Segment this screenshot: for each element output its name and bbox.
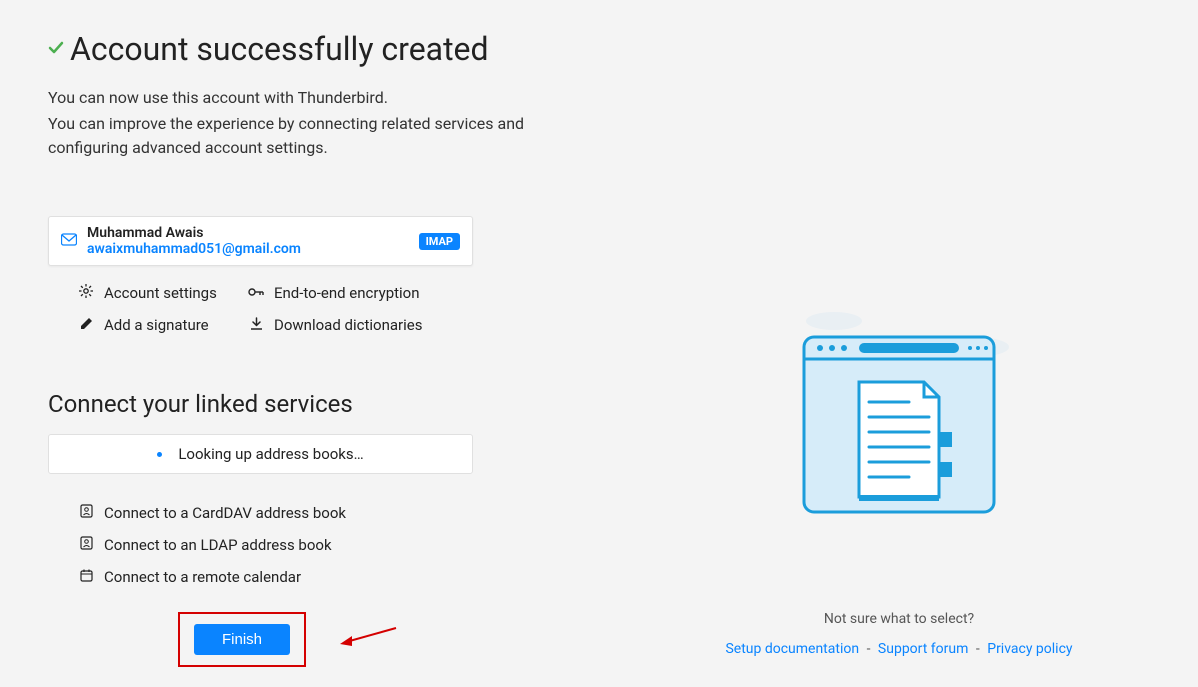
finish-button[interactable]: Finish [194, 624, 290, 655]
calendar-link[interactable]: Connect to a remote calendar [78, 568, 608, 586]
carddav-label: Connect to a CardDAV address book [104, 504, 346, 522]
account-name: Muhammad Awais [87, 225, 301, 241]
illustration-icon [774, 297, 1024, 531]
pencil-icon [78, 317, 94, 334]
encryption-label: End-to-end encryption [274, 284, 420, 302]
addressbook-icon [78, 504, 94, 522]
checkmark-icon [48, 37, 64, 61]
mail-icon [61, 232, 77, 251]
gear-icon [78, 284, 94, 302]
signature-label: Add a signature [104, 316, 209, 334]
intro-line-2: You can improve the experience by connec… [48, 112, 608, 160]
connect-list: Connect to a CardDAV address book Connec… [78, 504, 608, 586]
support-forum-link[interactable]: Support forum [878, 641, 968, 657]
ldap-label: Connect to an LDAP address book [104, 536, 332, 554]
intro-text: You can now use this account with Thunde… [48, 86, 608, 160]
separator: - [867, 641, 871, 657]
setup-doc-link[interactable]: Setup documentation [725, 641, 859, 657]
signature-link[interactable]: Add a signature [78, 316, 248, 334]
lookup-status: Looking up address books… [48, 434, 473, 474]
dictionaries-label: Download dictionaries [274, 316, 422, 334]
finish-wrap: Finish [178, 612, 398, 667]
carddav-link[interactable]: Connect to a CardDAV address book [78, 504, 608, 522]
main-container: Account successfully created You can now… [0, 0, 1198, 687]
account-settings-link[interactable]: Account settings [78, 284, 248, 302]
quick-links: Account settings End-to-end encryption A… [78, 284, 608, 334]
intro-line-1: You can now use this account with Thunde… [48, 86, 608, 110]
ldap-link[interactable]: Connect to an LDAP address book [78, 536, 608, 554]
account-email: awaixmuhammad051@gmail.com [87, 241, 301, 257]
linked-services-heading: Connect your linked services [48, 390, 608, 418]
calendar-label: Connect to a remote calendar [104, 568, 301, 586]
key-icon [248, 285, 264, 301]
account-info: Muhammad Awais awaixmuhammad051@gmail.co… [61, 225, 301, 257]
help-links: Setup documentation - Support forum - Pr… [725, 641, 1072, 657]
protocol-badge: IMAP [419, 233, 460, 250]
help-prompt: Not sure what to select? [824, 611, 974, 627]
account-text: Muhammad Awais awaixmuhammad051@gmail.co… [87, 225, 301, 257]
account-card: Muhammad Awais awaixmuhammad051@gmail.co… [48, 216, 473, 266]
loading-dot-icon [157, 452, 162, 457]
dictionaries-link[interactable]: Download dictionaries [248, 316, 448, 334]
download-icon [248, 317, 264, 334]
lookup-text: Looking up address books… [178, 445, 363, 463]
separator: - [976, 641, 980, 657]
header-row: Account successfully created [48, 30, 608, 68]
annotation-highlight-box: Finish [178, 612, 306, 667]
encryption-link[interactable]: End-to-end encryption [248, 284, 448, 302]
left-column: Account successfully created You can now… [48, 30, 608, 667]
privacy-link[interactable]: Privacy policy [987, 641, 1072, 657]
right-column: Not sure what to select? Setup documenta… [648, 30, 1150, 667]
calendar-icon [78, 569, 94, 586]
annotation-arrow-icon [338, 624, 398, 658]
account-settings-label: Account settings [104, 284, 217, 302]
addressbook-icon [78, 536, 94, 554]
page-title: Account successfully created [70, 30, 489, 68]
